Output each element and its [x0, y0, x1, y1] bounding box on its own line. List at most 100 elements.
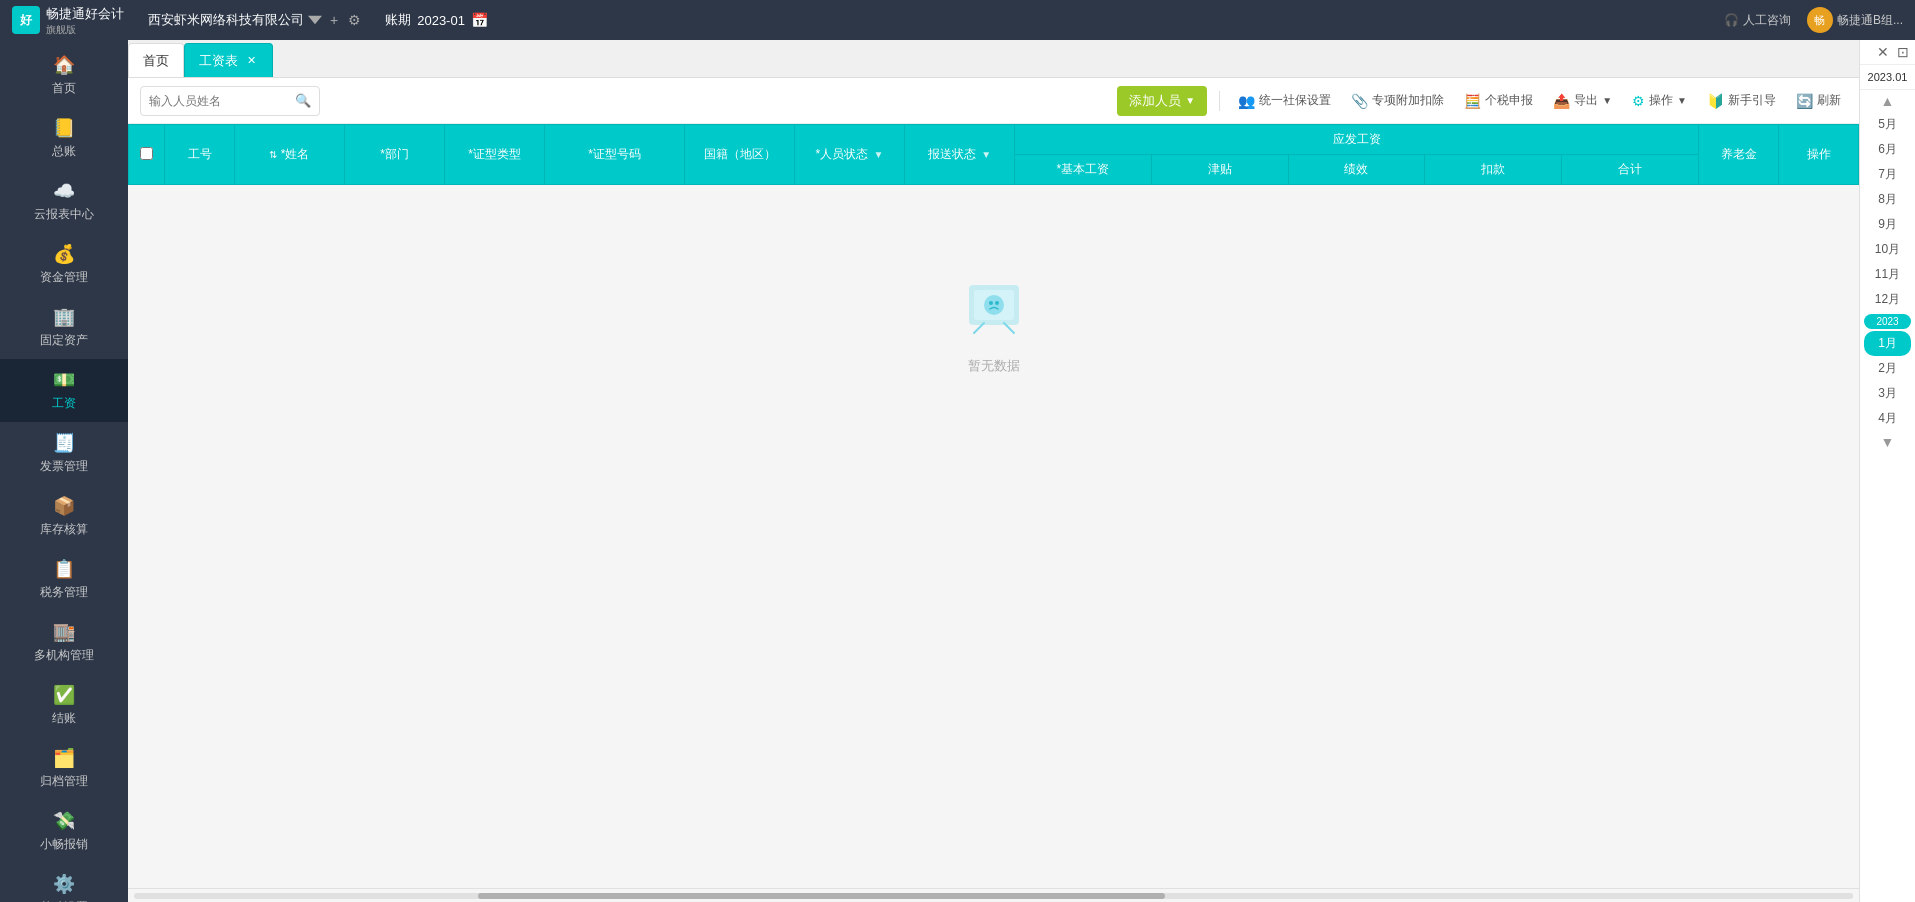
- sidebar-item-inventory[interactable]: 📦 库存核算: [0, 485, 128, 548]
- capital-icon: 💰: [53, 243, 75, 265]
- month-3[interactable]: 3月: [1860, 381, 1915, 406]
- horizontal-scrollbar[interactable]: [128, 888, 1859, 902]
- table-body: 暂无数据: [129, 185, 1859, 456]
- top-bar-period-icons: + ⚙: [330, 12, 361, 28]
- sidebar-item-tax[interactable]: 📋 税务管理: [0, 548, 128, 611]
- operation-icon: ⚙: [1632, 93, 1645, 109]
- salary-icon: 💵: [53, 369, 75, 391]
- month-7[interactable]: 7月: [1860, 162, 1915, 187]
- sidebar-item-expense[interactable]: 💸 小畅报销: [0, 800, 128, 863]
- month-4[interactable]: 4月: [1860, 406, 1915, 431]
- month-8[interactable]: 8月: [1860, 187, 1915, 212]
- month-2[interactable]: 2月: [1860, 356, 1915, 381]
- multi-icon: 🏬: [53, 621, 75, 643]
- tax-btn[interactable]: 🧮 个税申报: [1458, 88, 1539, 113]
- col-num: 工号: [165, 125, 235, 185]
- sidebar-item-basic[interactable]: ⚙️ 基础设置: [0, 863, 128, 902]
- company-selector[interactable]: 西安虾米网络科技有限公司: [148, 11, 322, 29]
- sidebar-item-home[interactable]: 🏠 首页: [0, 44, 128, 107]
- refresh-btn[interactable]: 🔄 刷新: [1790, 88, 1847, 113]
- refresh-label: 刷新: [1817, 92, 1841, 109]
- social-btn[interactable]: 👥 统一社保设置: [1232, 88, 1337, 113]
- user-name: 畅捷通B组...: [1837, 12, 1903, 29]
- hscroll-thumb[interactable]: [478, 893, 1166, 899]
- sidebar-label-inventory: 库存核算: [40, 521, 88, 538]
- ledger-icon: 📒: [53, 117, 75, 139]
- month-12[interactable]: 12月: [1860, 287, 1915, 312]
- special-btn[interactable]: 📎 专项附加扣除: [1345, 88, 1450, 113]
- export-chevron-icon: ▼: [1602, 95, 1612, 106]
- special-label: 专项附加扣除: [1372, 92, 1444, 109]
- tab-close-icon[interactable]: ✕: [244, 54, 258, 68]
- sidebar-item-cloud[interactable]: ☁️ 云报表中心: [0, 170, 128, 233]
- svg-point-3: [989, 301, 993, 305]
- settings-icon[interactable]: ⚙: [348, 12, 361, 28]
- expense-icon: 💸: [53, 810, 75, 832]
- svg-point-2: [984, 295, 1004, 315]
- export-btn[interactable]: 📤 导出 ▼: [1547, 88, 1618, 113]
- sidebar-item-invoice[interactable]: 🧾 发票管理: [0, 422, 128, 485]
- col-idtype: *证型类型: [445, 125, 545, 185]
- panel-period-header: 2023.01: [1860, 65, 1915, 90]
- search-input[interactable]: [149, 94, 289, 108]
- calendar-icon[interactable]: 📅: [471, 12, 488, 28]
- guide-btn[interactable]: 🔰 新手引导: [1701, 88, 1782, 113]
- sidebar-item-ledger[interactable]: 📒 总账: [0, 107, 128, 170]
- search-wrap[interactable]: 🔍: [140, 86, 320, 116]
- month-10[interactable]: 10月: [1860, 237, 1915, 262]
- panel-nav-up[interactable]: ▲: [1860, 90, 1915, 112]
- sidebar-item-salary[interactable]: 💵 工资: [0, 359, 128, 422]
- col-checkbox[interactable]: [129, 125, 165, 185]
- tab-salary-table[interactable]: 工资表 ✕: [184, 43, 273, 77]
- panel-nav-down[interactable]: ▼: [1860, 431, 1915, 453]
- sidebar-item-capital[interactable]: 💰 资金管理: [0, 233, 128, 296]
- top-bar-left: 好 畅捷通好会计 旗舰版 西安虾米网络科技有限公司 + ⚙ 账期 2023-01…: [12, 4, 488, 37]
- year-badge-2023: 2023: [1864, 314, 1911, 329]
- tab-home[interactable]: 首页: [128, 43, 184, 77]
- user-profile[interactable]: 畅 畅捷通B组...: [1807, 7, 1903, 33]
- archive-icon: 🗂️: [53, 747, 75, 769]
- add-company-icon[interactable]: +: [330, 12, 338, 28]
- top-bar-right: 🎧 人工咨询 畅 畅捷通B组...: [1724, 7, 1903, 33]
- add-person-button[interactable]: 添加人员 ▼: [1117, 86, 1207, 116]
- app-edition: 旗舰版: [46, 23, 124, 37]
- search-icon: 🔍: [295, 93, 311, 108]
- human-service-btn[interactable]: 🎧 人工咨询: [1724, 12, 1791, 29]
- toolbar: 🔍 添加人员 ▼ 👥 统一社保设置 📎 专项附加扣除 🧮 个税申报 📤: [128, 78, 1859, 124]
- sidebar-item-settle[interactable]: ✅ 结账: [0, 674, 128, 737]
- month-1-active[interactable]: 1月: [1864, 331, 1911, 356]
- panel-expand-icon[interactable]: ⊡: [1897, 44, 1909, 60]
- filter-status-icon[interactable]: ▼: [874, 149, 884, 160]
- refresh-icon: 🔄: [1796, 93, 1813, 109]
- month-9[interactable]: 9月: [1860, 212, 1915, 237]
- sort-icon-name: ⇅: [269, 149, 277, 160]
- cloud-icon: ☁️: [53, 180, 75, 202]
- col-report: 报送状态 ▼: [905, 125, 1015, 185]
- special-icon: 📎: [1351, 93, 1368, 109]
- add-chevron-icon: ▼: [1185, 95, 1195, 106]
- select-all-checkbox[interactable]: [140, 147, 153, 160]
- empty-state: 暂无数据: [129, 185, 1859, 455]
- month-11[interactable]: 11月: [1860, 262, 1915, 287]
- month-6[interactable]: 6月: [1860, 137, 1915, 162]
- table-group-header: 工号 ⇅ *姓名 *部门 *证型类型 *证型号码: [129, 125, 1859, 155]
- sidebar-label-multi: 多机构管理: [34, 647, 94, 664]
- hscroll-track[interactable]: [134, 893, 1853, 899]
- settle-icon: ✅: [53, 684, 75, 706]
- month-5[interactable]: 5月: [1860, 112, 1915, 137]
- main-layout: 🏠 首页 📒 总账 ☁️ 云报表中心 💰 资金管理 🏢 固定资产 💵 工资 🧾 …: [0, 40, 1915, 902]
- operation-btn[interactable]: ⚙ 操作 ▼: [1626, 88, 1693, 113]
- sidebar-item-multi[interactable]: 🏬 多机构管理: [0, 611, 128, 674]
- company-name: 西安虾米网络科技有限公司: [148, 11, 304, 29]
- sidebar-item-asset[interactable]: 🏢 固定资产: [0, 296, 128, 359]
- empty-icon: [954, 265, 1034, 345]
- sidebar-item-archive[interactable]: 🗂️ 归档管理: [0, 737, 128, 800]
- sidebar-label-home: 首页: [52, 80, 76, 97]
- sidebar-label-salary: 工资: [52, 395, 76, 412]
- panel-close-icon[interactable]: ✕: [1877, 44, 1889, 60]
- right-panel: ✕ ⊡ 2023.01 ▲ 5月 6月 7月 8月 9月 10月 11月 12月…: [1859, 40, 1915, 902]
- filter-report-icon[interactable]: ▼: [981, 149, 991, 160]
- logo-text-wrap: 畅捷通好会计 旗舰版: [46, 4, 124, 37]
- sidebar-label-capital: 资金管理: [40, 269, 88, 286]
- col-basic: *基本工资: [1015, 155, 1152, 185]
